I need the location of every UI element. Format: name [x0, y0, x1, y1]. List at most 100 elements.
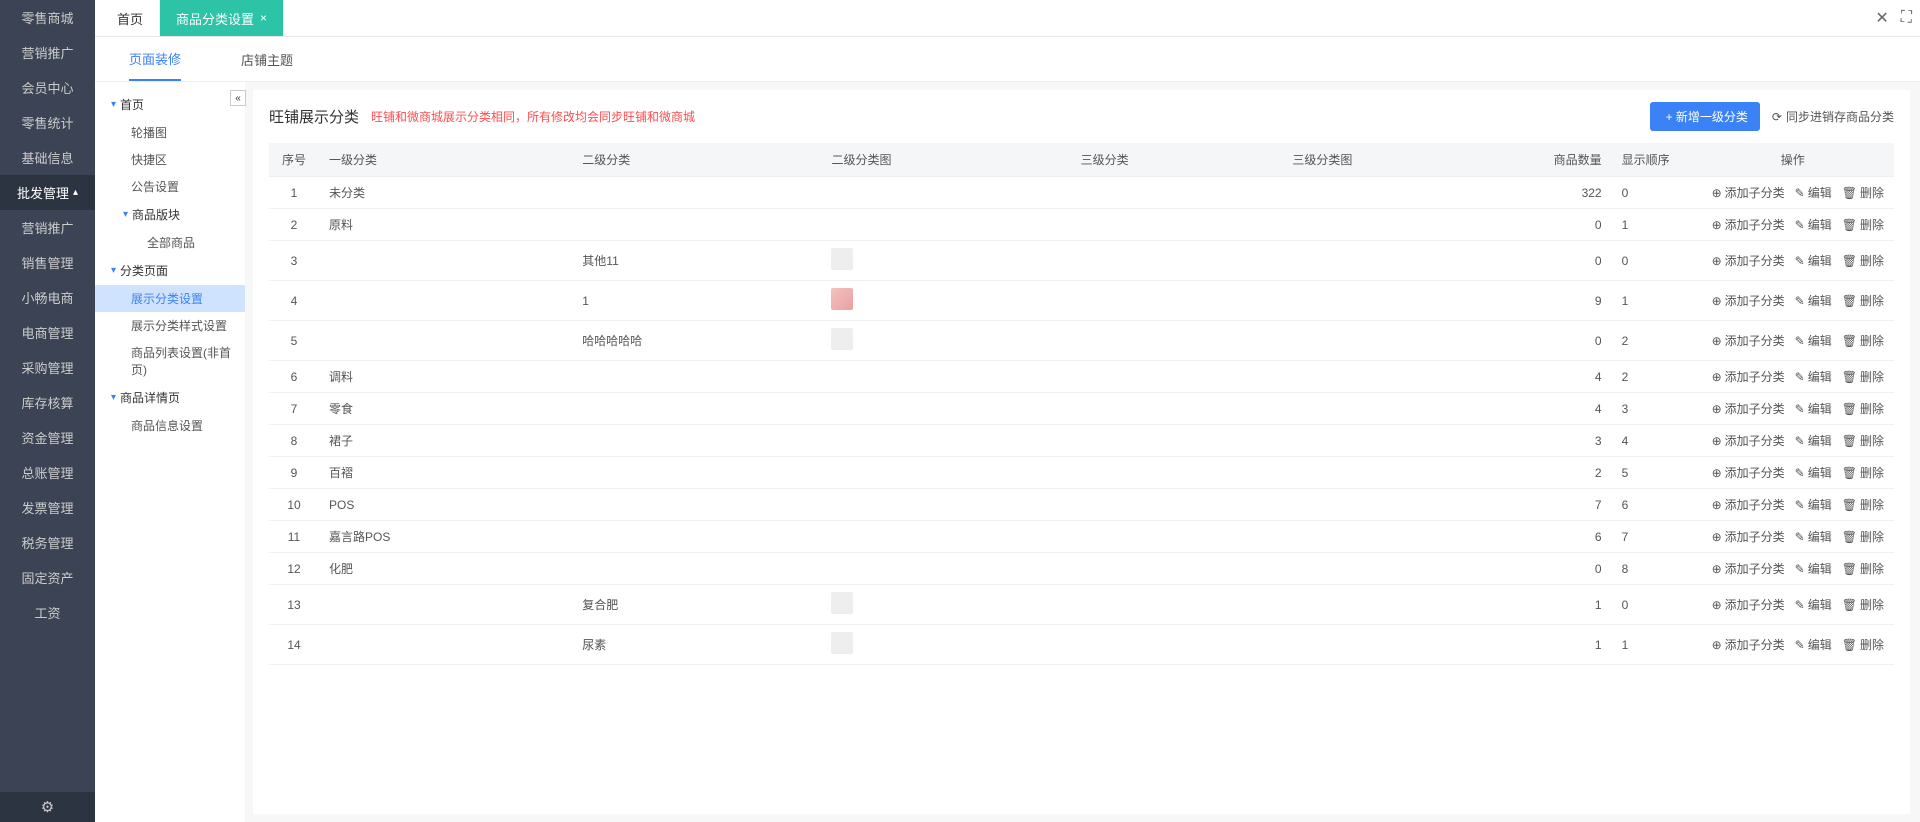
- edit-button[interactable]: ✎编辑: [1795, 432, 1832, 449]
- nav-item[interactable]: 零售商城: [0, 0, 95, 35]
- table-cell: 1: [572, 281, 821, 321]
- nav-item[interactable]: 营销推广: [0, 35, 95, 70]
- table-cell: [821, 241, 1070, 281]
- tree-item[interactable]: 轮播图: [95, 119, 245, 146]
- nav-item[interactable]: 基础信息: [0, 140, 95, 175]
- add-child-button[interactable]: ⊕添加子分类: [1712, 464, 1785, 481]
- add-category-button[interactable]: + 新增一级分类: [1650, 102, 1760, 131]
- nav-item[interactable]: 采购管理: [0, 350, 95, 385]
- tree-item[interactable]: 展示分类设置: [95, 285, 245, 312]
- nav-item[interactable]: 销售管理: [0, 245, 95, 280]
- tree-item[interactable]: 展示分类样式设置: [95, 312, 245, 339]
- edit-icon: ✎: [1795, 370, 1805, 384]
- plus-circle-icon: ⊕: [1712, 466, 1722, 480]
- add-child-button[interactable]: ⊕添加子分类: [1712, 596, 1785, 613]
- sync-inventory-button[interactable]: ⟳ 同步进销存商品分类: [1772, 108, 1894, 125]
- add-child-button[interactable]: ⊕添加子分类: [1712, 216, 1785, 233]
- collapse-sidebar-icon[interactable]: «: [230, 90, 246, 106]
- delete-button[interactable]: 🗑删除: [1842, 332, 1884, 349]
- delete-button[interactable]: 🗑删除: [1842, 560, 1884, 577]
- add-child-button[interactable]: ⊕添加子分类: [1712, 400, 1785, 417]
- edit-button[interactable]: ✎编辑: [1795, 332, 1832, 349]
- fullscreen-icon[interactable]: ⛶: [1901, 9, 1912, 27]
- add-child-button[interactable]: ⊕添加子分类: [1712, 432, 1785, 449]
- tree-group-title[interactable]: ▾商品详情页: [95, 383, 245, 412]
- edit-button[interactable]: ✎编辑: [1795, 252, 1832, 269]
- table-cell: [1282, 241, 1531, 281]
- add-child-button[interactable]: ⊕添加子分类: [1712, 292, 1785, 309]
- nav-item[interactable]: 税务管理: [0, 525, 95, 560]
- add-child-button[interactable]: ⊕添加子分类: [1712, 636, 1785, 653]
- add-child-button[interactable]: ⊕添加子分类: [1712, 332, 1785, 349]
- nav-item[interactable]: 工资: [0, 595, 95, 630]
- sub-tab[interactable]: 店铺主题: [241, 37, 293, 81]
- tree-item[interactable]: 快捷区: [95, 146, 245, 173]
- nav-item[interactable]: 资金管理: [0, 420, 95, 455]
- nav-item[interactable]: 零售统计: [0, 105, 95, 140]
- nav-item[interactable]: 营销推广: [0, 210, 95, 245]
- table-cell: [1282, 585, 1531, 625]
- add-child-button[interactable]: ⊕添加子分类: [1712, 184, 1785, 201]
- edit-button[interactable]: ✎编辑: [1795, 636, 1832, 653]
- panel-title: 旺铺展示分类: [269, 106, 359, 127]
- delete-button[interactable]: 🗑删除: [1842, 528, 1884, 545]
- edit-button[interactable]: ✎编辑: [1795, 464, 1832, 481]
- tab[interactable]: 商品分类设置×: [160, 0, 284, 36]
- settings-gear-icon[interactable]: ⚙: [0, 792, 95, 822]
- edit-button[interactable]: ✎编辑: [1795, 528, 1832, 545]
- close-tab-icon[interactable]: ×: [260, 11, 267, 25]
- nav-item[interactable]: 小畅电商: [0, 280, 95, 315]
- table-cell: 11: [269, 521, 319, 553]
- delete-button[interactable]: 🗑删除: [1842, 216, 1884, 233]
- add-child-button[interactable]: ⊕添加子分类: [1712, 528, 1785, 545]
- plus-circle-icon: ⊕: [1712, 370, 1722, 384]
- tab[interactable]: 首页: [101, 0, 160, 36]
- edit-button[interactable]: ✎编辑: [1795, 596, 1832, 613]
- add-child-button[interactable]: ⊕添加子分类: [1712, 368, 1785, 385]
- edit-button[interactable]: ✎编辑: [1795, 400, 1832, 417]
- tree-group-title[interactable]: ▾商品版块: [95, 200, 245, 229]
- delete-button[interactable]: 🗑删除: [1842, 368, 1884, 385]
- nav-item[interactable]: 总账管理: [0, 455, 95, 490]
- delete-button[interactable]: 🗑删除: [1842, 184, 1884, 201]
- add-child-button[interactable]: ⊕添加子分类: [1712, 496, 1785, 513]
- table-cell: [319, 625, 572, 665]
- delete-button[interactable]: 🗑删除: [1842, 596, 1884, 613]
- tree-group-title[interactable]: ▾分类页面: [95, 256, 245, 285]
- tree-item[interactable]: 公告设置: [95, 173, 245, 200]
- nav-item[interactable]: 固定资产: [0, 560, 95, 595]
- edit-button[interactable]: ✎编辑: [1795, 368, 1832, 385]
- delete-button[interactable]: 🗑删除: [1842, 292, 1884, 309]
- edit-button[interactable]: ✎编辑: [1795, 496, 1832, 513]
- delete-button[interactable]: 🗑删除: [1842, 464, 1884, 481]
- nav-item[interactable]: 电商管理: [0, 315, 95, 350]
- add-child-button[interactable]: ⊕添加子分类: [1712, 252, 1785, 269]
- nav-item[interactable]: 库存核算: [0, 385, 95, 420]
- table-cell: 0: [1532, 241, 1612, 281]
- delete-button[interactable]: 🗑删除: [1842, 496, 1884, 513]
- table-row: 2原料 01⊕添加子分类✎编辑🗑删除: [269, 209, 1894, 241]
- table-row: 3其他1100⊕添加子分类✎编辑🗑删除: [269, 241, 1894, 281]
- delete-button[interactable]: 🗑删除: [1842, 252, 1884, 269]
- tree-group-title[interactable]: ▾首页: [95, 90, 245, 119]
- table-cell: 1: [1612, 625, 1692, 665]
- table-header-cell: 一级分类: [319, 143, 572, 177]
- nav-item[interactable]: 会员中心: [0, 70, 95, 105]
- tree-item[interactable]: 商品列表设置(非首页): [95, 339, 245, 383]
- tree-item[interactable]: 全部商品: [95, 229, 245, 256]
- table-cell: [1071, 321, 1283, 361]
- delete-button[interactable]: 🗑删除: [1842, 636, 1884, 653]
- edit-button[interactable]: ✎编辑: [1795, 216, 1832, 233]
- nav-item[interactable]: 批发管理▴: [0, 175, 95, 210]
- edit-button[interactable]: ✎编辑: [1795, 560, 1832, 577]
- add-child-button[interactable]: ⊕添加子分类: [1712, 560, 1785, 577]
- edit-button[interactable]: ✎编辑: [1795, 292, 1832, 309]
- delete-button[interactable]: 🗑删除: [1842, 432, 1884, 449]
- sub-tab[interactable]: 页面装修: [129, 37, 181, 81]
- nav-item[interactable]: 发票管理: [0, 490, 95, 525]
- delete-button[interactable]: 🗑删除: [1842, 400, 1884, 417]
- edit-icon: ✎: [1795, 466, 1805, 480]
- edit-button[interactable]: ✎编辑: [1795, 184, 1832, 201]
- tree-item[interactable]: 商品信息设置: [95, 412, 245, 439]
- close-all-icon[interactable]: ✕: [1875, 8, 1888, 28]
